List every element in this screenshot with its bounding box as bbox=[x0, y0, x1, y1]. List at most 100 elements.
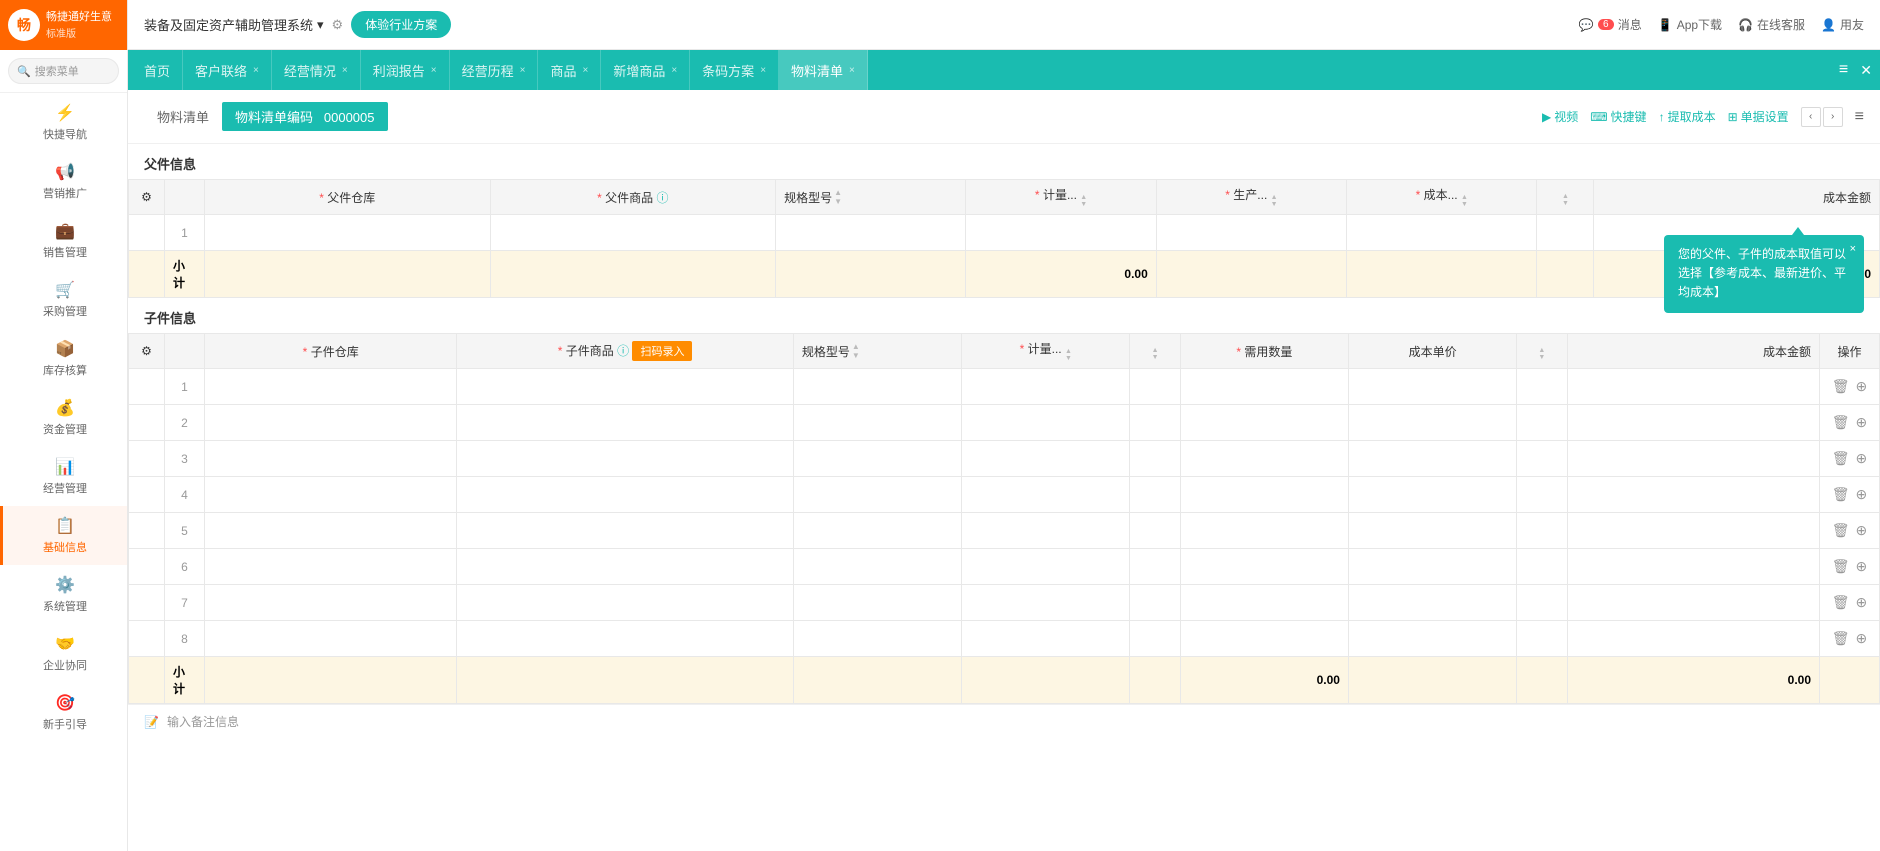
child-row-unit-cost[interactable] bbox=[1348, 621, 1516, 657]
parent-row-goods[interactable] bbox=[490, 215, 776, 251]
child-row-goods[interactable] bbox=[457, 549, 794, 585]
child-row-goods[interactable] bbox=[457, 477, 794, 513]
child-row-spec[interactable] bbox=[793, 405, 961, 441]
search-menu-button[interactable]: 🔍 搜索菜单 bbox=[8, 58, 119, 84]
delete-row-button[interactable]: 🗑 bbox=[1832, 594, 1850, 611]
tab-bom[interactable]: 物料清单 × bbox=[779, 50, 868, 90]
child-row-warehouse[interactable] bbox=[205, 549, 457, 585]
tab-new-goods-close[interactable]: × bbox=[671, 65, 677, 76]
app-download-button[interactable]: 📱 App下载 bbox=[1658, 16, 1722, 33]
child-row-unit[interactable] bbox=[962, 585, 1130, 621]
child-row-unit[interactable] bbox=[962, 513, 1130, 549]
copy-row-button[interactable]: ⊕ bbox=[1856, 558, 1868, 575]
child-row-unit[interactable] bbox=[962, 477, 1130, 513]
tabbar-more[interactable]: ≡ bbox=[1831, 61, 1856, 79]
child-row-unit-cost[interactable] bbox=[1348, 477, 1516, 513]
parent-row-warehouse[interactable] bbox=[205, 215, 491, 251]
child-row-qty[interactable] bbox=[1180, 549, 1348, 585]
tab-profit[interactable]: 利润报告 × bbox=[361, 50, 450, 90]
child-row-warehouse[interactable] bbox=[205, 405, 457, 441]
breadcrumb-tab-bom-list[interactable]: 物料清单 bbox=[144, 102, 222, 131]
tab-profit-close[interactable]: × bbox=[431, 65, 437, 76]
child-row-qty[interactable] bbox=[1180, 405, 1348, 441]
tab-bom-close[interactable]: × bbox=[849, 65, 855, 76]
shortcut-button[interactable]: ⌨ 快捷键 bbox=[1590, 108, 1646, 125]
sidebar-item-basic[interactable]: 📋 基础信息 bbox=[0, 506, 127, 565]
sidebar-item-inventory[interactable]: 📦 库存核算 bbox=[0, 329, 127, 388]
next-arrow[interactable]: › bbox=[1823, 107, 1843, 127]
child-row-unit[interactable] bbox=[962, 369, 1130, 405]
parent-row-cost[interactable] bbox=[1347, 215, 1537, 251]
child-row-spec[interactable] bbox=[793, 585, 961, 621]
system-selector[interactable]: 装备及固定资产辅助管理系统 ▾ bbox=[144, 15, 324, 34]
tab-new-goods[interactable]: 新增商品 × bbox=[601, 50, 690, 90]
child-row-goods[interactable] bbox=[457, 585, 794, 621]
settings-gear-icon[interactable]: ⚙ bbox=[332, 17, 344, 33]
child-row-warehouse[interactable] bbox=[205, 477, 457, 513]
child-row-unit[interactable] bbox=[962, 621, 1130, 657]
tab-customer-close[interactable]: × bbox=[253, 65, 259, 76]
child-row-qty[interactable] bbox=[1180, 513, 1348, 549]
prev-arrow[interactable]: ‹ bbox=[1801, 107, 1821, 127]
tab-history[interactable]: 经营历程 × bbox=[450, 50, 539, 90]
scan-input-button[interactable]: 扫码录入 bbox=[632, 341, 692, 361]
child-row-warehouse[interactable] bbox=[205, 441, 457, 477]
sidebar-item-purchase[interactable]: 🛒 采购管理 bbox=[0, 270, 127, 329]
child-row-unit-cost[interactable] bbox=[1348, 405, 1516, 441]
child-row-qty[interactable] bbox=[1180, 621, 1348, 657]
tab-operation[interactable]: 经营情况 × bbox=[272, 50, 361, 90]
child-row-unit[interactable] bbox=[962, 441, 1130, 477]
child-row-qty[interactable] bbox=[1180, 441, 1348, 477]
child-row-goods[interactable] bbox=[457, 405, 794, 441]
child-row-spec[interactable] bbox=[793, 441, 961, 477]
tab-operation-close[interactable]: × bbox=[342, 65, 348, 76]
child-row-unit-cost[interactable] bbox=[1348, 369, 1516, 405]
delete-row-button[interactable]: 🗑 bbox=[1832, 558, 1850, 575]
sidebar-item-guide[interactable]: 🎯 新手引导 bbox=[0, 683, 127, 742]
child-row-qty[interactable] bbox=[1180, 369, 1348, 405]
child-row-goods[interactable] bbox=[457, 621, 794, 657]
child-row-goods[interactable] bbox=[457, 369, 794, 405]
experience-button[interactable]: 体验行业方案 bbox=[351, 11, 451, 38]
delete-row-button[interactable]: 🗑 bbox=[1832, 450, 1850, 467]
child-row-unit-cost[interactable] bbox=[1348, 513, 1516, 549]
copy-row-button[interactable]: ⊕ bbox=[1856, 522, 1868, 539]
single-settings-button[interactable]: ⊞ 单据设置 bbox=[1728, 108, 1789, 125]
child-row-warehouse[interactable] bbox=[205, 621, 457, 657]
sidebar-item-quick[interactable]: ⚡ 快捷导航 bbox=[0, 93, 127, 152]
child-row-warehouse[interactable] bbox=[205, 585, 457, 621]
table-view-icon[interactable]: ≡ bbox=[1855, 108, 1864, 126]
sidebar-item-enterprise[interactable]: 🤝 企业协同 bbox=[0, 624, 127, 683]
delete-row-button[interactable]: 🗑 bbox=[1832, 378, 1850, 395]
child-row-warehouse[interactable] bbox=[205, 513, 457, 549]
sidebar-item-system[interactable]: ⚙️ 系统管理 bbox=[0, 565, 127, 624]
child-row-unit-cost[interactable] bbox=[1348, 585, 1516, 621]
tab-close-all[interactable]: ✕ bbox=[1856, 62, 1876, 79]
tooltip-close-button[interactable]: × bbox=[1850, 241, 1856, 259]
child-row-unit-cost[interactable] bbox=[1348, 441, 1516, 477]
extract-cost-button[interactable]: ↑ 提取成本 bbox=[1659, 108, 1716, 125]
tab-barcode[interactable]: 条码方案 × bbox=[690, 50, 779, 90]
parent-row-spec[interactable] bbox=[776, 215, 966, 251]
sidebar-item-finance[interactable]: 💰 资金管理 bbox=[0, 388, 127, 447]
child-row-goods[interactable] bbox=[457, 441, 794, 477]
parent-row-production[interactable] bbox=[1156, 215, 1346, 251]
online-service-button[interactable]: 🎧 在线客服 bbox=[1738, 16, 1805, 33]
user-menu[interactable]: 👤 用友 bbox=[1821, 16, 1864, 33]
child-row-unit[interactable] bbox=[962, 549, 1130, 585]
copy-row-button[interactable]: ⊕ bbox=[1856, 594, 1868, 611]
sidebar-item-sales[interactable]: 💼 销售管理 bbox=[0, 211, 127, 270]
tab-home[interactable]: 首页 bbox=[132, 50, 183, 90]
message-button[interactable]: 💬 6 消息 bbox=[1579, 16, 1642, 33]
delete-row-button[interactable]: 🗑 bbox=[1832, 414, 1850, 431]
child-row-spec[interactable] bbox=[793, 477, 961, 513]
view-video-button[interactable]: ▶ 视频 bbox=[1542, 108, 1578, 125]
tab-goods[interactable]: 商品 × bbox=[538, 50, 601, 90]
child-row-spec[interactable] bbox=[793, 369, 961, 405]
child-row-goods[interactable] bbox=[457, 513, 794, 549]
tab-customer[interactable]: 客户联络 × bbox=[183, 50, 272, 90]
delete-row-button[interactable]: 🗑 bbox=[1832, 522, 1850, 539]
child-row-unit[interactable] bbox=[962, 405, 1130, 441]
child-row-qty[interactable] bbox=[1180, 477, 1348, 513]
child-row-spec[interactable] bbox=[793, 549, 961, 585]
